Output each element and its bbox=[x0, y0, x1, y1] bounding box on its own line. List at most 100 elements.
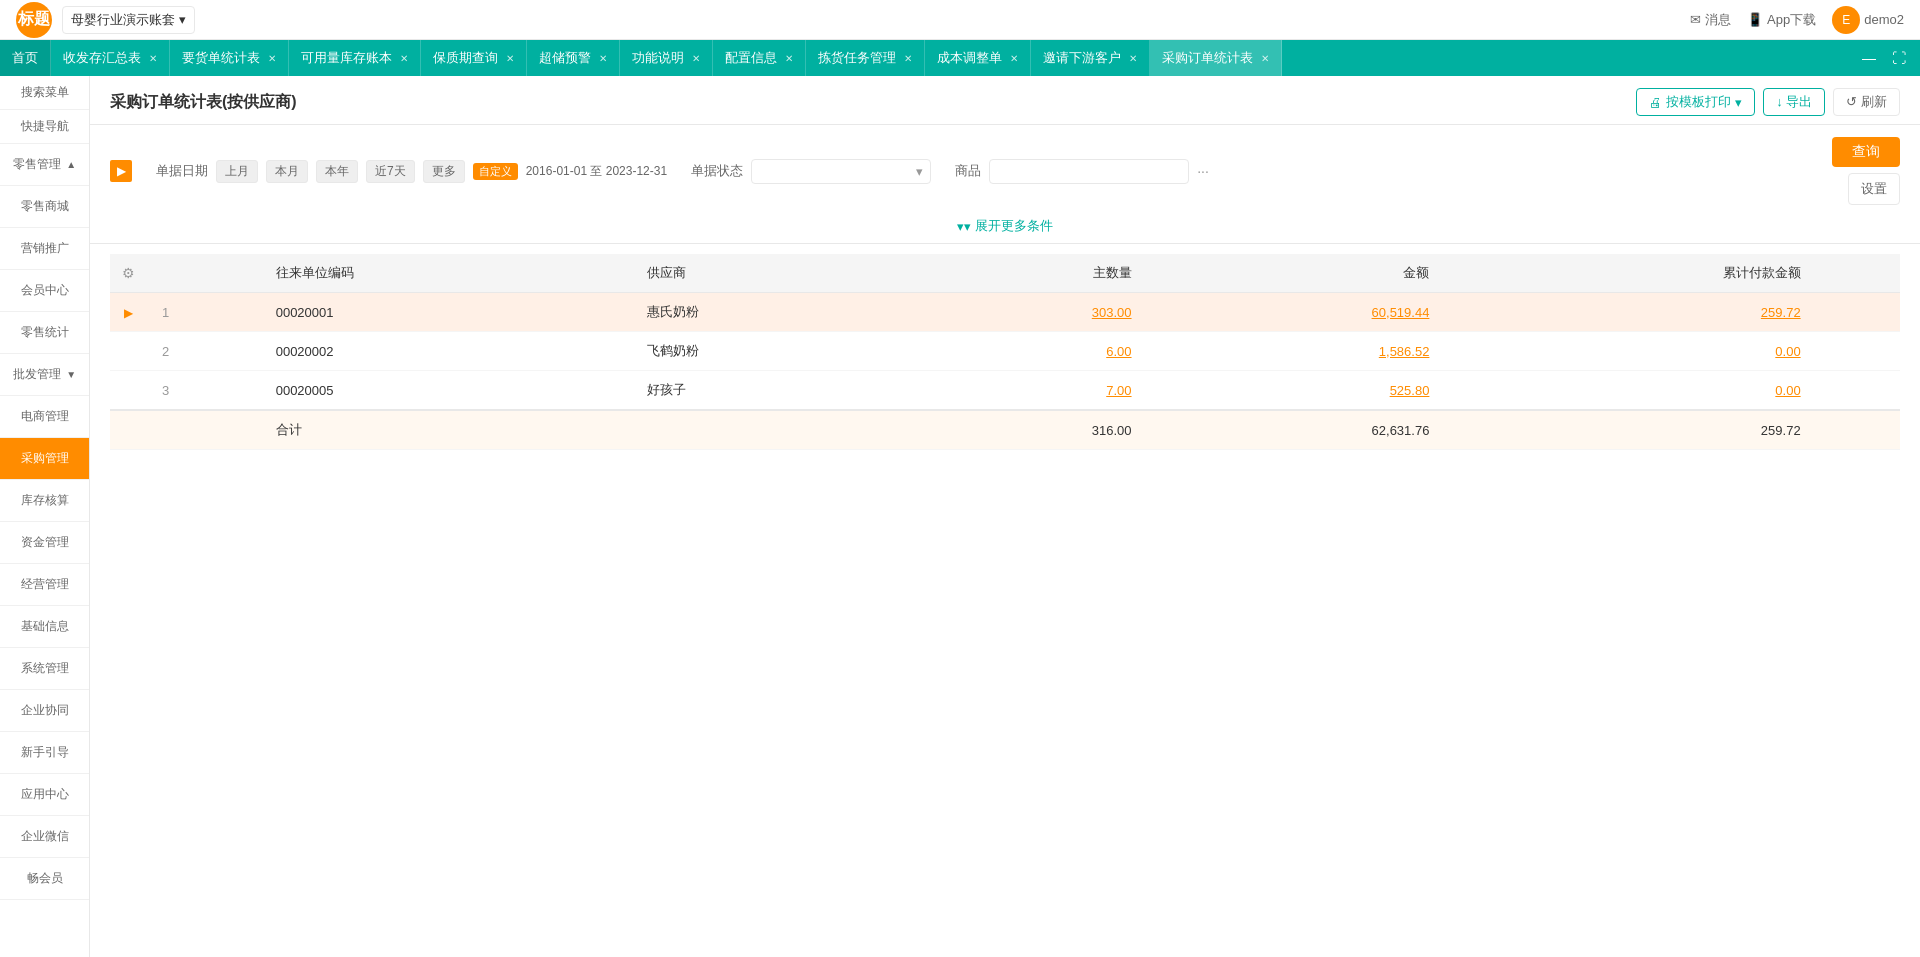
sidebar-label: 资金管理 bbox=[21, 535, 69, 549]
tab-label: 成本调整单 bbox=[937, 49, 1002, 67]
close-icon[interactable]: ✕ bbox=[1129, 53, 1137, 64]
row-amount: 60,519.44 bbox=[1144, 293, 1442, 332]
tab-pick-task[interactable]: 拣货任务管理 ✕ bbox=[806, 40, 925, 76]
sidebar-item-finance[interactable]: 资金管理 bbox=[0, 522, 89, 564]
close-icon[interactable]: ✕ bbox=[599, 53, 607, 64]
tab-cost-adjust[interactable]: 成本调整单 ✕ bbox=[925, 40, 1031, 76]
expand-more-button[interactable]: ▾▾ 展开更多条件 bbox=[957, 217, 1053, 235]
close-icon[interactable]: ✕ bbox=[268, 53, 276, 64]
sidebar-item-inventory[interactable]: 库存核算 bbox=[0, 480, 89, 522]
sidebar-item-basic-info[interactable]: 基础信息 bbox=[0, 606, 89, 648]
tab-label: 邀请下游客户 bbox=[1043, 49, 1121, 67]
sidebar-item-new-guide[interactable]: 新手引导 bbox=[0, 732, 89, 774]
more-options-icon[interactable]: ··· bbox=[1197, 163, 1209, 179]
close-icon[interactable]: ✕ bbox=[1261, 53, 1269, 64]
nav-expand-icon[interactable]: ⛶ bbox=[1886, 48, 1912, 68]
export-button[interactable]: ↓ 导出 bbox=[1763, 88, 1825, 116]
expand-icon: ▾▾ bbox=[957, 219, 971, 234]
username-label: demo2 bbox=[1864, 12, 1904, 27]
date-btn-last-month[interactable]: 上月 bbox=[216, 160, 258, 183]
toggle-filter-button[interactable]: ▶ bbox=[110, 160, 132, 182]
tab-overstock-alert[interactable]: 超储预警 ✕ bbox=[527, 40, 620, 76]
sidebar-label: 营销推广 bbox=[21, 241, 69, 255]
sidebar-item-retail-stats[interactable]: 零售统计 bbox=[0, 312, 89, 354]
setting-button[interactable]: 设置 bbox=[1848, 173, 1900, 205]
date-btn-7days[interactable]: 近7天 bbox=[366, 160, 415, 183]
close-icon[interactable]: ✕ bbox=[785, 53, 793, 64]
tab-invite-downstream[interactable]: 邀请下游客户 ✕ bbox=[1031, 40, 1150, 76]
tab-inventory-book[interactable]: 可用量库存账本 ✕ bbox=[289, 40, 421, 76]
content-area: 采购订单统计表(按供应商) 🖨 按模板打印 ▾ ↓ 导出 ↺ 刷新 bbox=[90, 76, 1920, 957]
sidebar-item-members[interactable]: 会员中心 bbox=[0, 270, 89, 312]
message-label: 消息 bbox=[1705, 11, 1731, 29]
close-icon[interactable]: ✕ bbox=[149, 53, 157, 64]
goods-filter-input[interactable] bbox=[989, 159, 1189, 184]
sidebar: 搜索菜单 快捷导航 零售管理 ▲ 零售商城 营销推广 会员中心 零售统计 批发管… bbox=[0, 76, 90, 957]
tab-config-info[interactable]: 配置信息 ✕ bbox=[713, 40, 806, 76]
sidebar-item-marketing[interactable]: 营销推广 bbox=[0, 228, 89, 270]
row-expand-icon[interactable]: ▶ bbox=[124, 306, 133, 320]
nav-minimize-icon[interactable]: — bbox=[1856, 48, 1882, 68]
user-action[interactable]: E demo2 bbox=[1832, 6, 1904, 34]
mobile-icon: 📱 bbox=[1747, 12, 1763, 27]
close-icon[interactable]: ✕ bbox=[1010, 53, 1018, 64]
chevron-icon: ▲ bbox=[66, 159, 76, 170]
app-download-action[interactable]: 📱 App下载 bbox=[1747, 11, 1816, 29]
sidebar-item-wholesale-mgmt[interactable]: 批发管理 ▼ bbox=[0, 354, 89, 396]
workspace-selector[interactable]: 母婴行业演示账套 ▾ bbox=[62, 6, 195, 34]
row-extra bbox=[1813, 332, 1900, 371]
export-label: 导出 bbox=[1786, 94, 1812, 109]
sidebar-item-enterprise-wechat[interactable]: 企业微信 bbox=[0, 816, 89, 858]
sidebar-item-ops-mgmt[interactable]: 经营管理 bbox=[0, 564, 89, 606]
row-main-qty: 7.00 bbox=[911, 371, 1143, 411]
page-header: 采购订单统计表(按供应商) 🖨 按模板打印 ▾ ↓ 导出 ↺ 刷新 bbox=[90, 76, 1920, 125]
message-action[interactable]: ✉ 消息 bbox=[1690, 11, 1731, 29]
tab-label: 超储预警 bbox=[539, 49, 591, 67]
sidebar-label: 库存核算 bbox=[21, 493, 69, 507]
close-icon[interactable]: ✕ bbox=[692, 53, 700, 64]
col-paid-amount: 累计付款金额 bbox=[1441, 254, 1812, 293]
tab-purchase-stats[interactable]: 采购订单统计表 ✕ bbox=[1150, 40, 1282, 76]
sidebar-item-quick-nav[interactable]: 快捷导航 bbox=[0, 110, 89, 144]
sidebar-item-search[interactable]: 搜索菜单 bbox=[0, 76, 89, 110]
sidebar-item-retail-store[interactable]: 零售商城 bbox=[0, 186, 89, 228]
close-icon[interactable]: ✕ bbox=[400, 53, 408, 64]
sidebar-item-ecommerce[interactable]: 电商管理 bbox=[0, 396, 89, 438]
sidebar-item-retail-mgmt[interactable]: 零售管理 ▲ bbox=[0, 144, 89, 186]
col-supplier-code: 往来单位编码 bbox=[264, 254, 635, 293]
status-filter-group: 单据状态 bbox=[691, 159, 931, 184]
sidebar-item-app-center[interactable]: 应用中心 bbox=[0, 774, 89, 816]
tab-expiry-query[interactable]: 保质期查询 ✕ bbox=[421, 40, 527, 76]
tab-order-stats[interactable]: 要货单统计表 ✕ bbox=[170, 40, 289, 76]
app-download-label: App下载 bbox=[1767, 11, 1816, 29]
query-button[interactable]: 查询 bbox=[1832, 137, 1900, 167]
close-icon[interactable]: ✕ bbox=[506, 53, 514, 64]
tab-receive-summary[interactable]: 收发存汇总表 ✕ bbox=[51, 40, 170, 76]
row-paid-amount: 0.00 bbox=[1441, 371, 1812, 411]
date-btn-more[interactable]: 更多 bbox=[423, 160, 465, 183]
message-icon: ✉ bbox=[1690, 12, 1701, 27]
sidebar-label: 零售商城 bbox=[21, 199, 69, 213]
col-seq bbox=[150, 254, 264, 293]
tab-home[interactable]: 首页 bbox=[0, 40, 51, 76]
refresh-button[interactable]: ↺ 刷新 bbox=[1833, 88, 1900, 116]
tab-label: 保质期查询 bbox=[433, 49, 498, 67]
custom-date-tag[interactable]: 自定义 bbox=[473, 163, 518, 180]
sidebar-item-purchase-mgmt[interactable]: 采购管理 bbox=[0, 438, 89, 480]
tab-func-desc[interactable]: 功能说明 ✕ bbox=[620, 40, 713, 76]
date-btn-this-year[interactable]: 本年 bbox=[316, 160, 358, 183]
sidebar-item-vip[interactable]: 畅会员 bbox=[0, 858, 89, 900]
sidebar-item-enterprise-collab[interactable]: 企业协同 bbox=[0, 690, 89, 732]
table-row: 2 00020002 飞鹤奶粉 6.00 1,586.52 0.00 bbox=[110, 332, 1900, 371]
print-button[interactable]: 🖨 按模板打印 ▾ bbox=[1636, 88, 1755, 116]
close-icon[interactable]: ✕ bbox=[904, 53, 912, 64]
row-amount: 1,586.52 bbox=[1144, 332, 1442, 371]
settings-icon[interactable]: ⚙ bbox=[122, 265, 135, 281]
date-btn-this-month[interactable]: 本月 bbox=[266, 160, 308, 183]
status-select[interactable] bbox=[751, 159, 931, 184]
chevron-down-icon: ▾ bbox=[1735, 95, 1742, 110]
footer-extra bbox=[1813, 410, 1900, 450]
export-icon: ↓ bbox=[1776, 94, 1783, 109]
row-supplier-name: 惠氏奶粉 bbox=[635, 293, 912, 332]
sidebar-item-sys-mgmt[interactable]: 系统管理 bbox=[0, 648, 89, 690]
